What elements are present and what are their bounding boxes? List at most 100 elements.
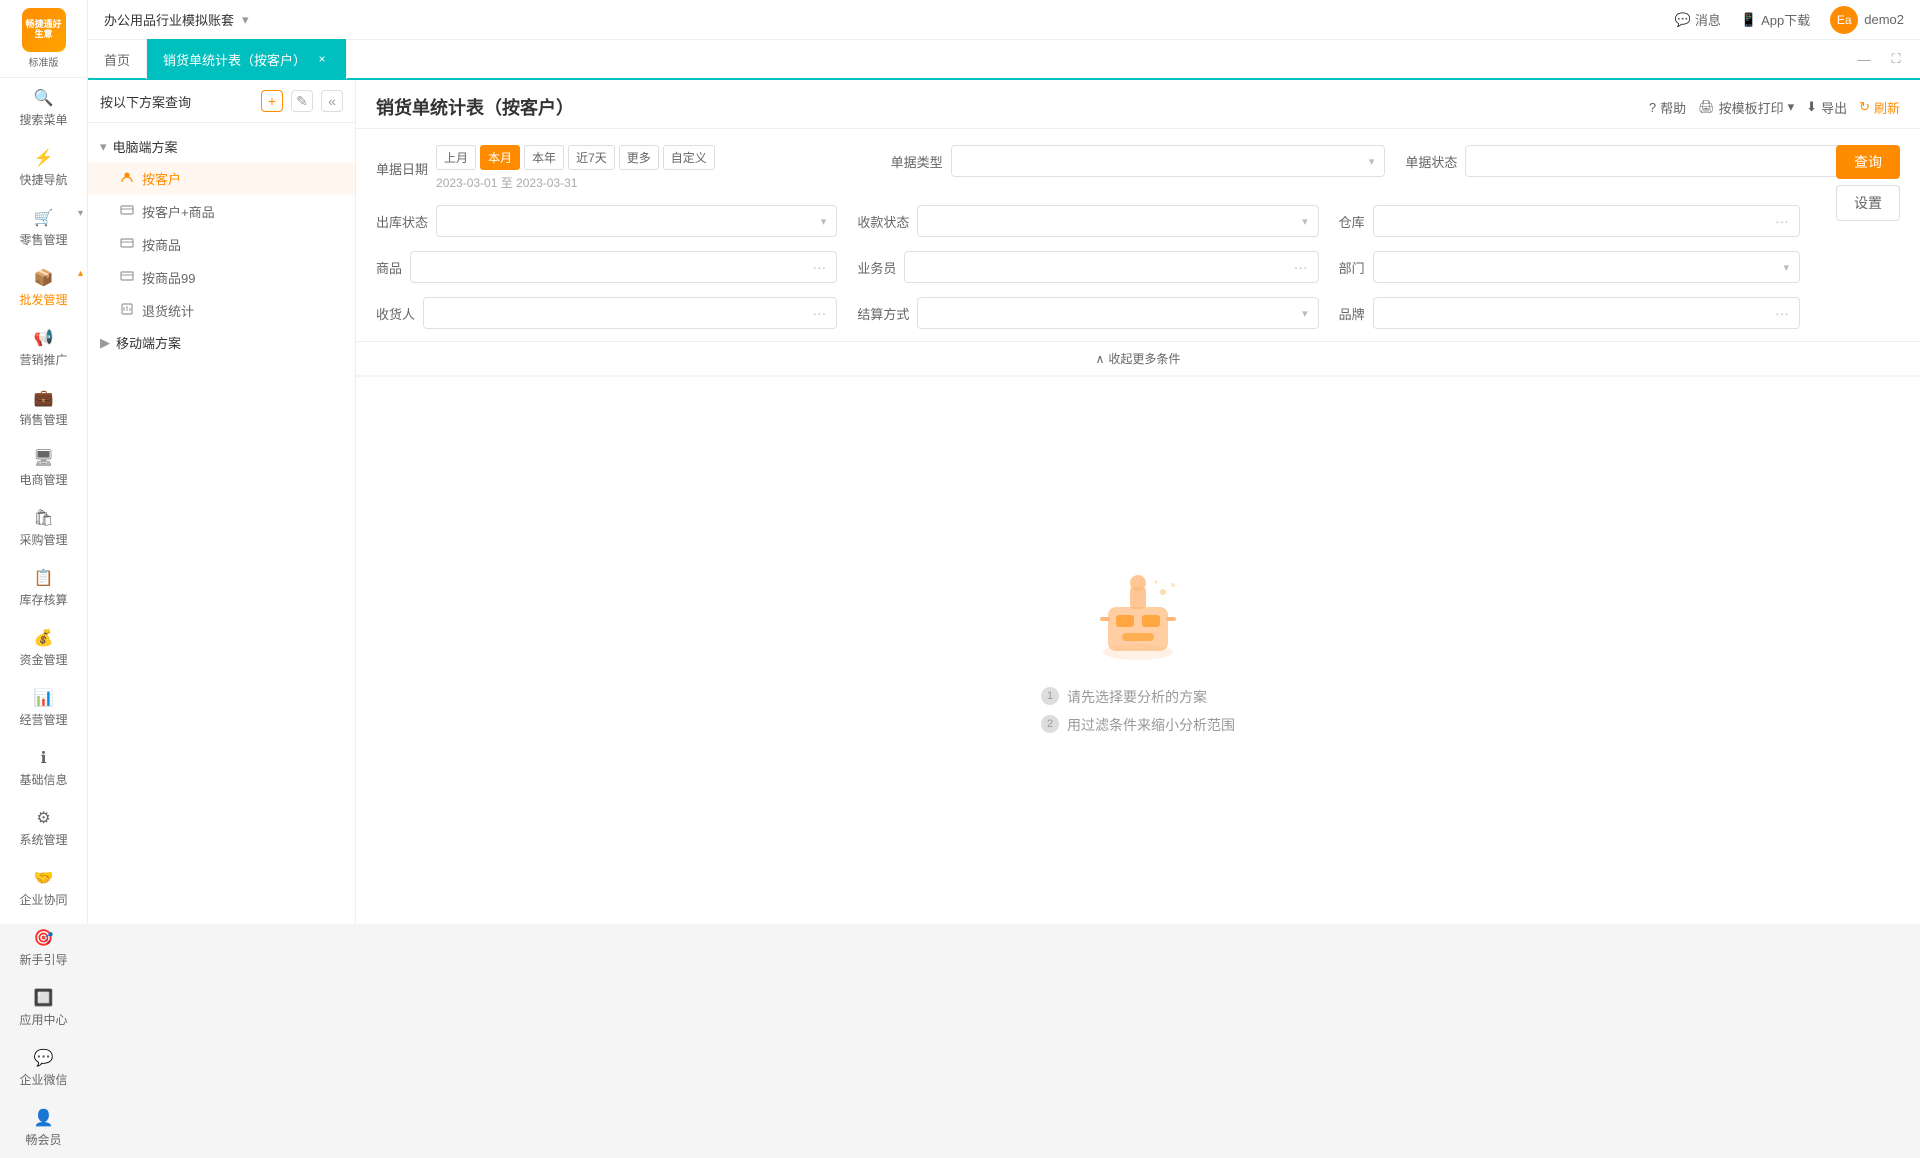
sidebar-item-retail[interactable]: 🛒 零售管理 ▾	[0, 198, 87, 258]
date-quick-buttons: 上月 本月 本年 近7天 更多 自定义	[436, 145, 871, 170]
sidebar-item-member[interactable]: 👤 畅会员	[0, 1098, 87, 1158]
app-download-button[interactable]: 📱 App下载	[1741, 10, 1810, 29]
export-button[interactable]: ⬇ 导出	[1806, 98, 1847, 117]
refresh-button[interactable]: ↻ 刷新	[1859, 98, 1900, 117]
date-custom-btn[interactable]: 自定义	[663, 145, 715, 170]
tab-active[interactable]: 销货单统计表（按客户） ×	[147, 39, 347, 79]
bill-status-select[interactable]: ▾	[1465, 145, 1900, 177]
wholesale-arrow: ▴	[78, 268, 83, 279]
receive-status-select[interactable]: ▾	[917, 205, 1318, 237]
finance-icon: 💰	[34, 628, 54, 648]
message-button[interactable]: 💬 消息	[1675, 10, 1721, 29]
date-more-btn[interactable]: 更多	[619, 145, 659, 170]
tab-home[interactable]: 首页	[88, 39, 147, 79]
bill-type-arrow-icon: ▾	[1369, 155, 1375, 168]
goods-select[interactable]: ···	[410, 251, 837, 283]
collapse-bar[interactable]: ∧ 收起更多条件	[1096, 350, 1181, 367]
sidebar-item-apps[interactable]: 🔲 应用中心	[0, 978, 87, 1038]
goods-dots-icon: ···	[812, 259, 826, 275]
sidebar-item-label: 经营管理	[19, 711, 67, 728]
sidebar-item-wholesale[interactable]: 📦 批发管理 ▴	[0, 258, 87, 318]
scheme-add-button[interactable]: +	[261, 90, 283, 112]
department-select[interactable]: ▾	[1373, 251, 1800, 283]
sidebar-item-label: 基础信息	[19, 771, 67, 788]
scheme-item-return-label: 退货统计	[142, 301, 194, 320]
empty-tip-1: 1 请先选择要分析的方案	[1041, 687, 1235, 707]
settlement-select[interactable]: ▾	[917, 297, 1318, 329]
sidebar-item-label: 电商管理	[19, 471, 67, 488]
sidebar-item-wechat[interactable]: 💬 企业微信	[0, 1038, 87, 1098]
tab-fullscreen-button[interactable]: ⛶	[1884, 47, 1908, 71]
scheme-item-return-stats[interactable]: 退货统计	[88, 294, 355, 327]
warehouse-select[interactable]: ···	[1373, 205, 1800, 237]
sidebar-item-search[interactable]: 🔍 搜索菜单	[0, 78, 87, 138]
bill-type-select[interactable]: ▾	[951, 145, 1386, 177]
empty-state-icon	[1078, 567, 1198, 667]
header-left: 办公用品行业模拟账套 ▾	[104, 10, 249, 29]
scheme-actions: + ✎ «	[261, 90, 343, 112]
sidebar-item-marketing[interactable]: 📢 营销推广	[0, 318, 87, 378]
scheme-item-goods-label: 按商品	[142, 235, 181, 254]
query-button[interactable]: 查询	[1836, 145, 1900, 179]
scheme-edit-button[interactable]: ✎	[291, 90, 313, 112]
inventory-icon: 📋	[34, 568, 54, 588]
scheme-item-goods99[interactable]: 按商品99	[88, 261, 355, 294]
content-area: 销货单统计表（按客户） ? 帮助 🖨 按模板打印 ▾ ⬇ 导出	[356, 80, 1920, 924]
return-stats-scheme-icon	[120, 302, 134, 319]
sidebar-item-ecommerce[interactable]: 🖥 电商管理	[0, 438, 87, 498]
username: demo2	[1864, 12, 1904, 27]
header-dropdown-icon[interactable]: ▾	[242, 12, 249, 28]
scheme-group-mobile-label: 移动端方案	[116, 333, 181, 352]
goods99-scheme-icon	[120, 269, 134, 286]
sidebar-item-sales[interactable]: 💼 销售管理	[0, 378, 87, 438]
user-profile[interactable]: Ea demo2	[1830, 6, 1904, 34]
scheme-group-mobile-header[interactable]: ▶ 移动端方案	[88, 327, 355, 358]
sidebar-item-basic[interactable]: ℹ 基础信息	[0, 738, 87, 798]
apps-icon: 🔲	[34, 988, 54, 1008]
scheme-collapse-button[interactable]: «	[321, 90, 343, 112]
scheme-item-by-customer[interactable]: 按客户	[88, 162, 355, 195]
bill-type-label: 单据类型	[891, 152, 943, 171]
scheme-item-customer-goods[interactable]: 按客户+商品	[88, 195, 355, 228]
home-tab-label: 首页	[104, 50, 130, 69]
sidebar-item-system[interactable]: ⚙ 系统管理	[0, 798, 87, 858]
sidebar-item-quicknav[interactable]: ⚡ 快捷导航	[0, 138, 87, 198]
sidebar-item-newbie[interactable]: 🎯 新手引导	[0, 918, 87, 978]
out-status-select[interactable]: ▾	[436, 205, 837, 237]
tab-restore-button[interactable]: —	[1852, 47, 1876, 71]
date-this-year-btn[interactable]: 本年	[524, 145, 564, 170]
receiver-select[interactable]: ···	[423, 297, 837, 329]
help-button[interactable]: ? 帮助	[1649, 98, 1686, 117]
sidebar-item-purchase[interactable]: 🛍 采购管理	[0, 498, 87, 558]
scheme-item-goods[interactable]: 按商品	[88, 228, 355, 261]
goods-label: 商品	[376, 258, 402, 277]
print-button[interactable]: 🖨 按模板打印 ▾	[1698, 98, 1794, 117]
sidebar-item-inventory[interactable]: 📋 库存核算	[0, 558, 87, 618]
setting-button[interactable]: 设置	[1836, 185, 1900, 221]
brand-select[interactable]: ···	[1373, 297, 1800, 329]
empty-tip-2: 2 用过滤条件来缩小分析范围	[1041, 715, 1235, 735]
system-icon: ⚙	[36, 808, 50, 828]
receiver-dots-icon: ···	[812, 305, 826, 321]
warehouse-dots-icon: ···	[1775, 213, 1789, 229]
tab-close-button[interactable]: ×	[314, 51, 330, 67]
scheme-title: 按以下方案查询	[100, 92, 191, 111]
export-label: 导出	[1821, 98, 1847, 117]
sidebar-item-company[interactable]: 🤝 企业协同	[0, 858, 87, 918]
scheme-group-desktop-header[interactable]: ▾ 电脑端方案	[88, 131, 355, 162]
department-label: 部门	[1339, 258, 1365, 277]
sidebar-item-operation[interactable]: 📊 经营管理	[0, 678, 87, 738]
basic-icon: ℹ	[40, 748, 46, 768]
date-last7-btn[interactable]: 近7天	[568, 145, 615, 170]
sidebar-item-finance[interactable]: 💰 资金管理	[0, 618, 87, 678]
date-last-month-btn[interactable]: 上月	[436, 145, 476, 170]
avatar: Ea	[1830, 6, 1858, 34]
date-this-month-btn[interactable]: 本月	[480, 145, 520, 170]
operation-icon: 📊	[34, 688, 54, 708]
sidebar-logo[interactable]: 畅捷通好生意 标准版	[0, 0, 87, 78]
company-icon: 🤝	[34, 868, 54, 888]
salesman-select[interactable]: ···	[904, 251, 1318, 283]
date-label: 单据日期	[376, 159, 428, 178]
tab-bar: 首页 销货单统计表（按客户） × — ⛶	[88, 40, 1920, 80]
member-icon: 👤	[34, 1108, 54, 1128]
